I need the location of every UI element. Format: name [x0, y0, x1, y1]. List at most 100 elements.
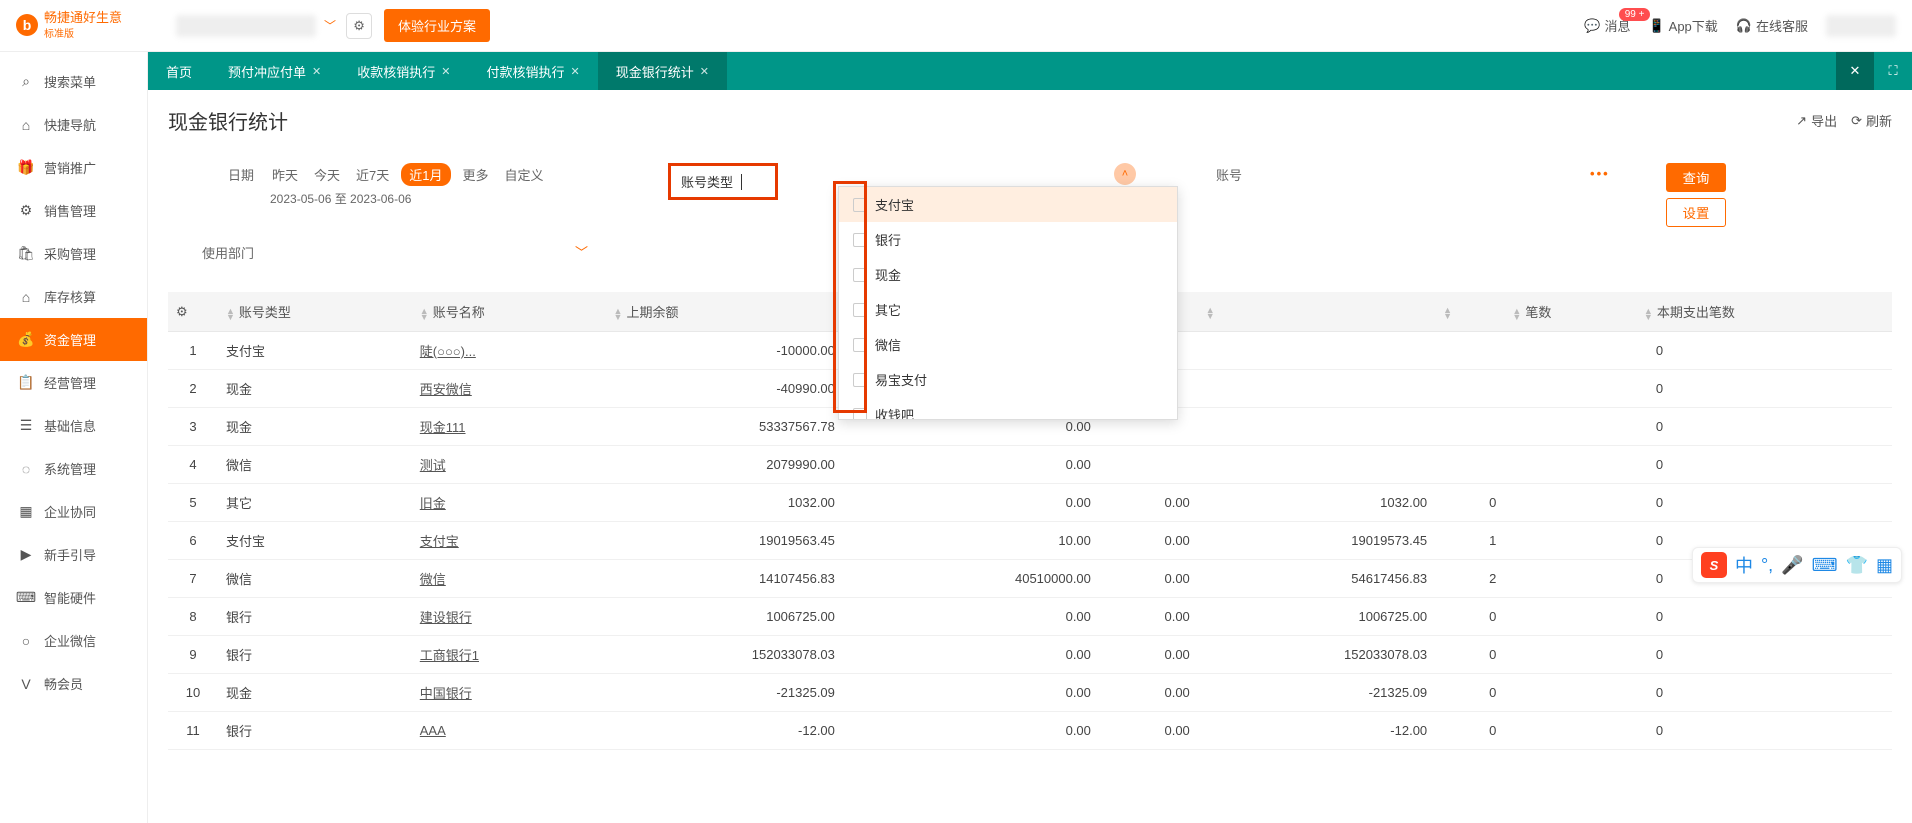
checkbox-icon[interactable]	[853, 198, 867, 212]
query-button[interactable]: 查询	[1666, 163, 1727, 192]
sidebar-item[interactable]: 🛍采购管理	[0, 232, 147, 275]
table-header[interactable]: ▲▼账号类型	[218, 292, 412, 332]
department-input[interactable]: ﹀	[268, 242, 588, 262]
app-download-button[interactable]: 📱 App下载	[1648, 16, 1717, 35]
sidebar-item[interactable]: ☰基础信息	[0, 404, 147, 447]
cell-account-name[interactable]: 建设银行	[412, 598, 606, 636]
table-header[interactable]: ▲▼	[1435, 292, 1504, 332]
date-option[interactable]: 自定义	[501, 163, 548, 186]
ime-skin-icon[interactable]: 👕	[1846, 555, 1868, 576]
messages-button[interactable]: 💬 消息 99 +	[1584, 16, 1630, 35]
support-button[interactable]: 🎧 在线客服	[1736, 16, 1808, 35]
refresh-button[interactable]: ⟳ 刷新	[1851, 111, 1892, 130]
brand-logo-icon: b	[16, 14, 38, 36]
tab-close-all-button[interactable]: ✕	[1836, 52, 1874, 90]
sidebar-item[interactable]: ▶新手引导	[0, 533, 147, 576]
ime-toolbox-icon[interactable]: ▦	[1876, 555, 1893, 576]
collapse-toggle-button[interactable]: ˄	[1114, 163, 1136, 185]
cell-hidden	[1504, 712, 1636, 750]
tab[interactable]: 收款核销执行✕	[339, 52, 468, 90]
cell-balance	[1198, 408, 1435, 446]
cell-account-name[interactable]: 微信	[412, 560, 606, 598]
gear-icon[interactable]: ⚙	[176, 304, 188, 319]
checkbox-icon[interactable]	[853, 233, 867, 247]
sidebar-item[interactable]: 🎁营销推广	[0, 146, 147, 189]
tab-close-icon[interactable]: ✕	[441, 65, 450, 78]
account-type-label-box: 账号类型	[668, 163, 778, 200]
checkbox-icon[interactable]	[853, 408, 867, 420]
checkbox-icon[interactable]	[853, 338, 867, 352]
sidebar-item[interactable]: 💰资金管理	[0, 318, 147, 361]
cell-account-name[interactable]: 现金111	[412, 408, 606, 446]
sidebar-item[interactable]: ⌕搜索菜单	[0, 60, 147, 103]
cell-count2: 0	[1636, 598, 1892, 636]
table-header[interactable]: ⚙	[168, 292, 218, 332]
checkbox-icon[interactable]	[853, 303, 867, 317]
dropdown-option[interactable]: 支付宝	[839, 187, 1177, 222]
sidebar-item[interactable]: ⚙销售管理	[0, 189, 147, 232]
dropdown-option[interactable]: 银行	[839, 222, 1177, 257]
tab-fullscreen-button[interactable]: ⛶	[1874, 52, 1912, 90]
industry-plan-button[interactable]: 体验行业方案	[384, 9, 490, 42]
settings-button[interactable]: ⚙	[346, 13, 372, 39]
ime-mic-icon[interactable]: 🎤	[1781, 555, 1803, 576]
sidebar-item[interactable]: ○企业微信	[0, 619, 147, 662]
tab[interactable]: 首页	[148, 52, 210, 90]
sidebar-icon: ⌨	[18, 590, 34, 606]
ime-lang-label[interactable]: 中	[1735, 552, 1753, 578]
sidebar-item[interactable]: V畅会员	[0, 662, 147, 705]
table-header[interactable]: ▲▼上期余额	[606, 292, 843, 332]
account-number-input[interactable]	[1256, 164, 1576, 184]
date-option[interactable]: 近7天	[352, 163, 393, 186]
cell-prev-balance: 1032.00	[606, 484, 843, 522]
tab[interactable]: 预付冲应付单✕	[210, 52, 339, 90]
ime-punct-icon[interactable]: °,	[1761, 555, 1773, 576]
cell-account-name[interactable]: 中国银行	[412, 674, 606, 712]
cell-account-name[interactable]: 支付宝	[412, 522, 606, 560]
sidebar-item[interactable]: ⌂库存核算	[0, 275, 147, 318]
checkbox-icon[interactable]	[853, 373, 867, 387]
table-header[interactable]: ▲▼	[1198, 292, 1435, 332]
user-avatar-blur[interactable]	[1826, 15, 1896, 37]
sidebar-item[interactable]: 📋经营管理	[0, 361, 147, 404]
filter-settings-button[interactable]: 设置	[1666, 198, 1727, 227]
tab[interactable]: 付款核销执行✕	[468, 52, 597, 90]
tab-close-icon[interactable]: ✕	[571, 65, 580, 78]
cell-account-name[interactable]: 旧金	[412, 484, 606, 522]
cell-account-name[interactable]: 工商银行1	[412, 636, 606, 674]
dropdown-option[interactable]: 易宝支付	[839, 362, 1177, 397]
sidebar-item-label: 快捷导航	[44, 115, 96, 134]
cell-account-name[interactable]: AAA	[412, 712, 606, 750]
table-header[interactable]: ▲▼本期支出笔数	[1636, 292, 1892, 332]
dropdown-option[interactable]: 收钱吧	[839, 397, 1177, 419]
cell-account-name[interactable]: 陡(○○○)...	[412, 332, 606, 370]
tab-close-icon[interactable]: ✕	[312, 65, 321, 78]
date-option[interactable]: 今天	[310, 163, 344, 186]
org-selector[interactable]: ﹀	[176, 15, 336, 37]
sidebar-item[interactable]: ▦企业协同	[0, 490, 147, 533]
tab[interactable]: 现金银行统计✕	[598, 52, 727, 90]
date-option[interactable]: 昨天	[268, 163, 302, 186]
sidebar-item[interactable]: ◌系统管理	[0, 447, 147, 490]
cell-account-name[interactable]: 测试	[412, 446, 606, 484]
dropdown-option[interactable]: 现金	[839, 257, 1177, 292]
ime-keyboard-icon[interactable]: ⌨	[1812, 555, 1838, 576]
dropdown-option[interactable]: 其它	[839, 292, 1177, 327]
tab-close-icon[interactable]: ✕	[700, 65, 709, 78]
table-header[interactable]: ▲▼笔数	[1504, 292, 1636, 332]
gear-icon: ⚙	[353, 18, 365, 34]
date-option[interactable]: 近1月	[401, 163, 450, 186]
table-header[interactable]: ▲▼账号名称	[412, 292, 606, 332]
sidebar-item[interactable]: ⌨智能硬件	[0, 576, 147, 619]
checkbox-icon[interactable]	[853, 268, 867, 282]
cell-account-name[interactable]: 西安微信	[412, 370, 606, 408]
sidebar-item[interactable]: ⌂快捷导航	[0, 103, 147, 146]
dropdown-option[interactable]: 微信	[839, 327, 1177, 362]
ime-toolbar[interactable]: S 中 °, 🎤 ⌨ 👕 ▦	[1692, 547, 1902, 583]
export-button[interactable]: ↗ 导出	[1796, 111, 1837, 130]
cell-expense	[1099, 446, 1198, 484]
more-options-button[interactable]: •••	[1590, 166, 1610, 181]
cell-prev-balance: 152033078.03	[606, 636, 843, 674]
date-option[interactable]: 更多	[459, 163, 493, 186]
cell-hidden	[1504, 446, 1636, 484]
